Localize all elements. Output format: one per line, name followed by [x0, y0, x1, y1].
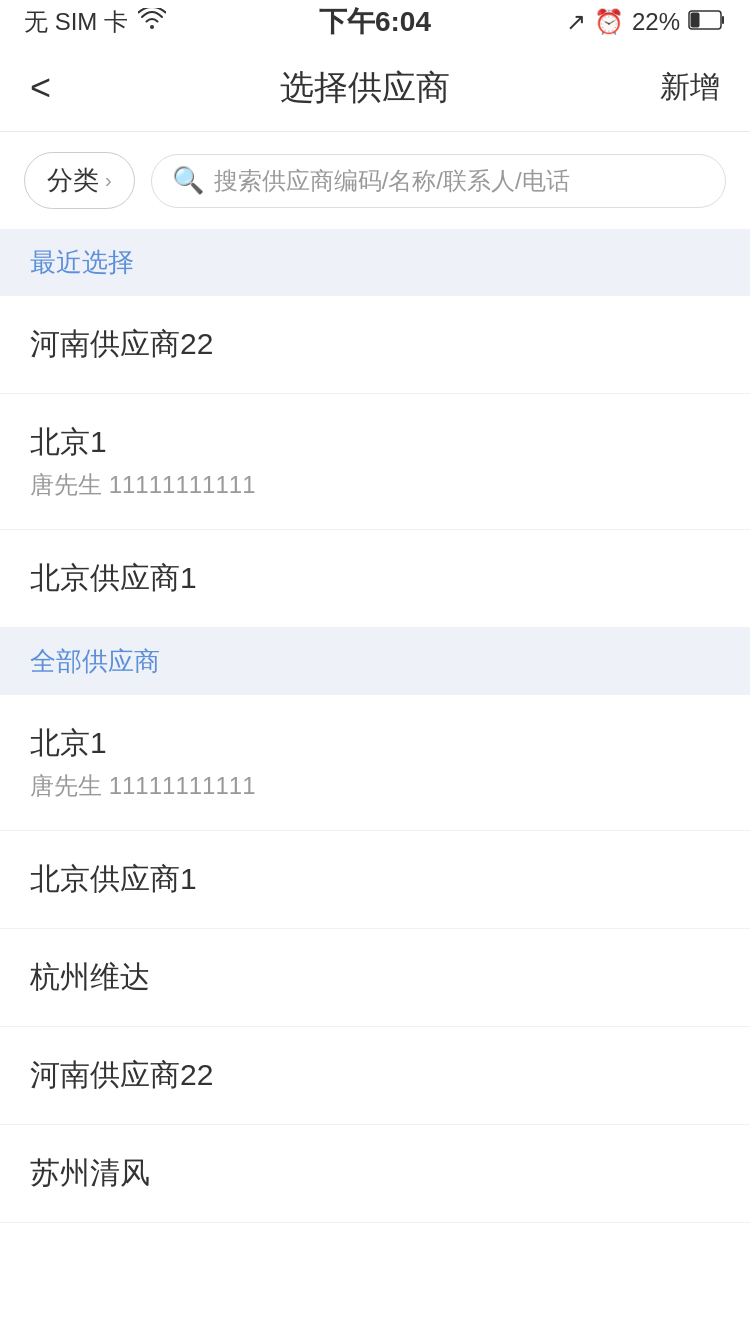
- search-placeholder: 搜索供应商编码/名称/联系人/电话: [214, 165, 570, 197]
- svg-rect-1: [691, 13, 700, 28]
- filter-bar: 分类 › 🔍 搜索供应商编码/名称/联系人/电话: [0, 132, 750, 229]
- list-item[interactable]: 北京供应商1: [0, 530, 750, 628]
- list-item[interactable]: 河南供应商22: [0, 296, 750, 394]
- recent-section-header: 最近选择: [0, 229, 750, 296]
- item-sub: 唐先生 11111111111: [30, 770, 720, 802]
- all-section-header: 全部供应商: [0, 628, 750, 695]
- item-sub: 唐先生 11111111111: [30, 469, 720, 501]
- category-label: 分类: [47, 163, 99, 198]
- nav-bar: < 选择供应商 新增: [0, 44, 750, 132]
- list-item[interactable]: 杭州维达: [0, 929, 750, 1027]
- all-list: 北京1 唐先生 11111111111 北京供应商1 杭州维达河南供应商22 苏州清风: [0, 695, 750, 1223]
- status-right: ↗ ⏰ 22%: [566, 8, 726, 36]
- status-bar: 无 SIM 卡 下午6:04 ↗ ⏰ 22%: [0, 0, 750, 44]
- all-header-label: 全部供应商: [30, 646, 160, 676]
- alarm-icon: ⏰: [594, 8, 624, 36]
- status-left: 无 SIM 卡: [24, 6, 166, 38]
- list-item[interactable]: 河南供应商22: [0, 1027, 750, 1125]
- category-button[interactable]: 分类 ›: [24, 152, 135, 209]
- wifi-icon: [138, 8, 166, 36]
- item-name: 河南供应商22: [30, 324, 720, 365]
- location-icon: ↗: [566, 8, 586, 36]
- item-name: 北京1: [30, 723, 720, 764]
- list-item[interactable]: 北京1 唐先生 11111111111: [0, 695, 750, 831]
- battery-icon: [688, 8, 726, 36]
- status-time: 下午6:04: [319, 3, 431, 41]
- search-icon: 🔍: [172, 165, 204, 196]
- recent-list: 河南供应商22 北京1 唐先生 11111111111 北京供应商1: [0, 296, 750, 628]
- page-title: 选择供应商: [280, 65, 450, 111]
- item-name: 北京供应商1: [30, 558, 720, 599]
- list-item[interactable]: 苏州清风: [0, 1125, 750, 1223]
- item-name: 北京供应商1: [30, 859, 720, 900]
- back-button[interactable]: <: [30, 67, 90, 109]
- add-button[interactable]: 新增: [640, 67, 720, 108]
- recent-header-label: 最近选择: [30, 247, 134, 277]
- carrier-label: 无 SIM 卡: [24, 6, 128, 38]
- item-name: 北京1: [30, 422, 720, 463]
- list-item[interactable]: 北京1 唐先生 11111111111: [0, 394, 750, 530]
- item-name: 河南供应商22: [30, 1055, 720, 1096]
- item-name: 苏州清风: [30, 1153, 720, 1194]
- search-box[interactable]: 🔍 搜索供应商编码/名称/联系人/电话: [151, 154, 726, 208]
- list-item[interactable]: 北京供应商1: [0, 831, 750, 929]
- chevron-right-icon: ›: [105, 169, 112, 192]
- item-name: 杭州维达: [30, 957, 720, 998]
- battery-label: 22%: [632, 8, 680, 36]
